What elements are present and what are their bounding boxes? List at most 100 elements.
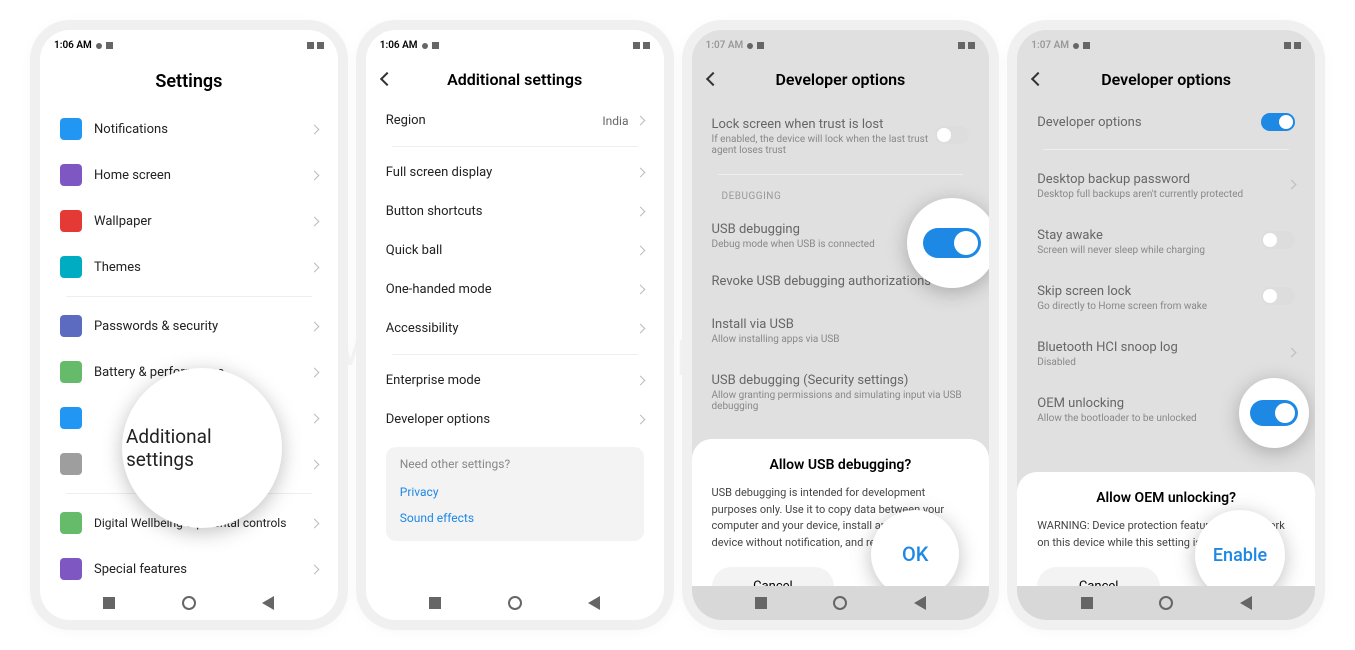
chevron-icon <box>309 124 319 134</box>
home-icon <box>60 164 82 186</box>
divider <box>718 174 964 175</box>
chevron-icon <box>635 207 645 217</box>
nav-back[interactable] <box>262 596 274 610</box>
dialog-title: Allow USB debugging? <box>712 457 970 473</box>
row-accessibility[interactable]: Accessibility <box>376 309 654 348</box>
wellbeing-icon <box>60 512 82 534</box>
divider <box>1043 149 1289 150</box>
battery-icon <box>60 361 82 383</box>
dialog-title: Allow OEM unlocking? <box>1037 490 1295 506</box>
nav-home[interactable] <box>508 596 522 610</box>
toggle-lock-trust[interactable] <box>935 126 969 144</box>
status-bar: 1:06 AM <box>366 30 664 57</box>
magnify-usb-toggle <box>907 198 989 288</box>
nav-bar <box>40 586 338 620</box>
row-stay-awake[interactable]: Stay awakeScreen will never sleep while … <box>1027 212 1305 268</box>
chevron-icon <box>309 564 319 574</box>
row-developer-options[interactable]: Developer options <box>376 400 654 439</box>
link-privacy[interactable]: Privacy <box>400 479 630 505</box>
nav-recents[interactable] <box>1081 597 1093 609</box>
row-usb-security[interactable]: USB debugging (Security settings)Allow g… <box>702 357 980 424</box>
status-bar: 1:07 AM <box>1017 30 1315 57</box>
row-quick-ball[interactable]: Quick ball <box>376 231 654 270</box>
nav-recents[interactable] <box>103 597 115 609</box>
row-enterprise[interactable]: Enterprise mode <box>376 361 654 400</box>
row-button-shortcuts[interactable]: Button shortcuts <box>376 192 654 231</box>
themes-icon <box>60 256 82 278</box>
divider <box>66 296 312 297</box>
row-full-screen[interactable]: Full screen display <box>376 153 654 192</box>
nav-home[interactable] <box>833 596 847 610</box>
header: Developer options <box>1017 57 1315 101</box>
chevron-icon <box>635 168 645 178</box>
toggle-usb-debugging-enlarged[interactable] <box>923 228 981 258</box>
status-bar: 1:07 AM <box>692 30 990 57</box>
chevron-icon <box>635 285 645 295</box>
chevron-icon <box>309 262 319 272</box>
row-dev-options-toggle[interactable]: Developer options <box>1027 101 1305 143</box>
toggle-skip-lock[interactable] <box>1261 287 1295 305</box>
phone-dev-options-oem: 1:07 AM Developer options Developer opti… <box>1017 30 1315 620</box>
nav-bar <box>1017 586 1315 620</box>
magnify-oem-toggle <box>1239 378 1309 448</box>
status-time: 1:06 AM <box>380 40 418 51</box>
nav-back[interactable] <box>588 596 600 610</box>
row-passwords[interactable]: Passwords & security <box>50 303 328 349</box>
page-title: Settings <box>40 57 338 106</box>
nav-recents[interactable] <box>755 597 767 609</box>
help-box: Need other settings? Privacy Sound effec… <box>386 447 644 541</box>
page-title: Additional settings <box>382 70 648 89</box>
row-skip-lock[interactable]: Skip screen lockGo directly to Home scre… <box>1027 268 1305 324</box>
row-home-screen[interactable]: Home screen <box>50 152 328 198</box>
magnify-additional-settings: Additional settings <box>122 368 282 528</box>
row-bluetooth-hci[interactable]: Bluetooth HCI snoop logDisabled <box>1027 324 1305 380</box>
row-notifications[interactable]: Notifications <box>50 106 328 152</box>
chevron-icon <box>309 216 319 226</box>
nav-home[interactable] <box>182 596 196 610</box>
header: Additional settings <box>366 57 664 101</box>
row-region[interactable]: RegionIndia <box>376 101 654 140</box>
row-install-usb[interactable]: Install via USBAllow installing apps via… <box>702 301 980 357</box>
chevron-icon <box>309 321 319 331</box>
status-time: 1:06 AM <box>54 40 92 51</box>
toggle-oem-unlocking-enlarged[interactable] <box>1250 400 1298 426</box>
wallpaper-icon <box>60 210 82 232</box>
toggle-developer-options[interactable] <box>1261 113 1295 131</box>
nav-back[interactable] <box>1240 596 1252 610</box>
toggle-stay-awake[interactable] <box>1261 231 1295 249</box>
lock-icon <box>60 315 82 337</box>
divider <box>392 146 638 147</box>
nav-home[interactable] <box>1159 596 1173 610</box>
row-backup-password[interactable]: Desktop backup passwordDesktop full back… <box>1027 156 1305 212</box>
status-time: 1:07 AM <box>706 40 744 51</box>
status-time: 1:07 AM <box>1031 40 1069 51</box>
row-wallpaper[interactable]: Wallpaper <box>50 198 328 244</box>
apps-icon <box>60 407 82 429</box>
help-title: Need other settings? <box>400 457 630 471</box>
chevron-icon <box>309 413 319 423</box>
link-sound-effects[interactable]: Sound effects <box>400 505 630 531</box>
chevron-icon <box>635 415 645 425</box>
ok-button-enlarged[interactable]: OK <box>902 542 928 566</box>
phone-additional-settings: 1:06 AM Additional settings RegionIndia … <box>366 30 664 620</box>
nav-recents[interactable] <box>429 597 441 609</box>
chevron-icon <box>309 518 319 528</box>
chevron-icon <box>635 116 645 126</box>
enable-button-enlarged[interactable]: Enable <box>1213 545 1267 566</box>
notifications-icon <box>60 118 82 140</box>
phone-settings: 1:06 AM Settings Notifications Home scre… <box>40 30 338 620</box>
row-one-handed[interactable]: One-handed mode <box>376 270 654 309</box>
row-themes[interactable]: Themes <box>50 244 328 290</box>
page-title: Developer options <box>1033 70 1299 89</box>
nav-bar <box>692 586 990 620</box>
divider <box>392 354 638 355</box>
phone-dev-options-usb: 1:07 AM Developer options Lock screen wh… <box>692 30 990 620</box>
status-bar: 1:06 AM <box>40 30 338 57</box>
chevron-icon <box>635 246 645 256</box>
row-lock-trust[interactable]: Lock screen when trust is lostIf enabled… <box>702 101 980 168</box>
nav-back[interactable] <box>914 596 926 610</box>
chevron-icon <box>309 459 319 469</box>
nav-bar <box>366 586 664 620</box>
star-icon <box>60 558 82 580</box>
chevron-icon <box>309 367 319 377</box>
